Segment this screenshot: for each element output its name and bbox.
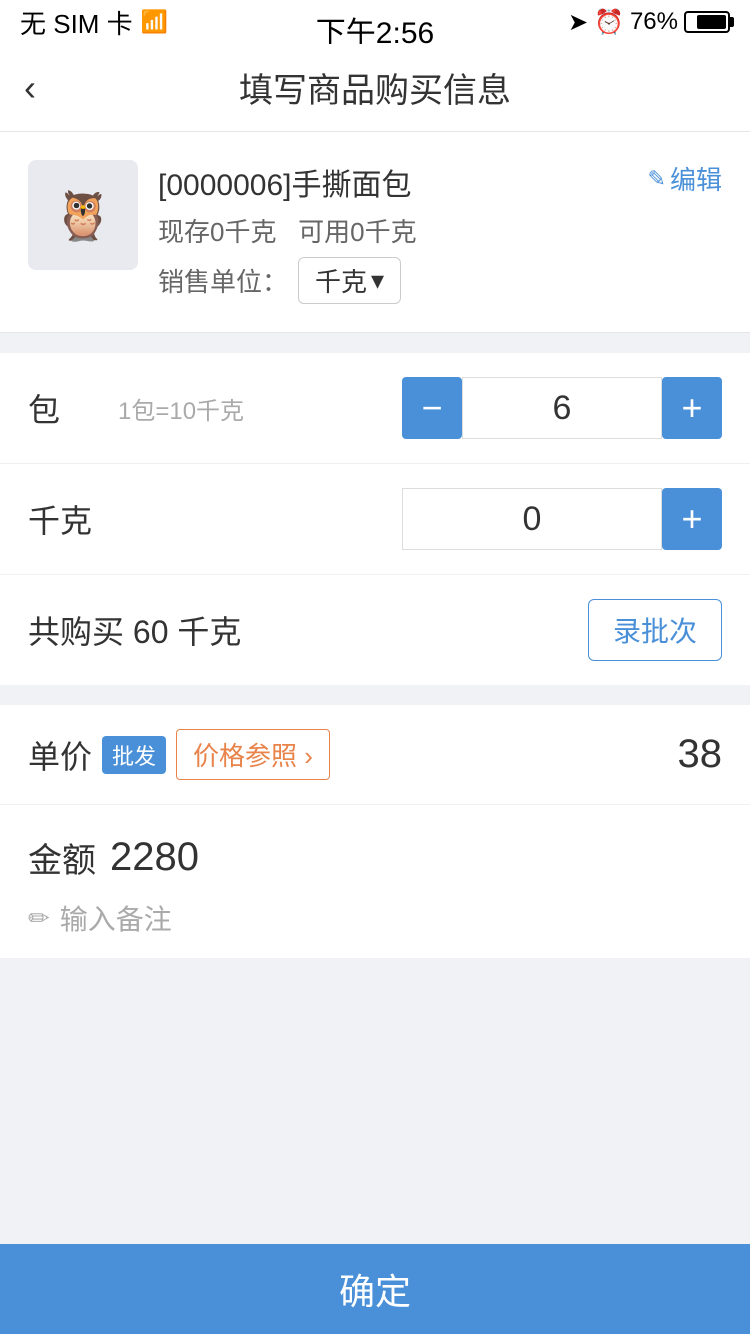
note-row[interactable]: ✏ 输入备注 (28, 898, 722, 938)
amount-section: 金额 2280 ✏ 输入备注 (0, 805, 750, 958)
page-title: 填写商品购买信息 (239, 63, 511, 112)
note-placeholder: 输入备注 (60, 898, 172, 938)
back-button[interactable]: ‹ (24, 67, 36, 109)
bag-sublabel: 1包=10千克 (118, 391, 402, 426)
edit-label: 编辑 (670, 160, 722, 197)
wifi-icon: 📶 (141, 9, 168, 35)
available-value: 可用0千克 (298, 217, 416, 247)
kg-label: 千克 (28, 496, 108, 542)
bag-label: 包 (28, 385, 108, 431)
batch-tag: 批发 (102, 736, 166, 774)
product-name: [0000006]手撕面包 (158, 160, 722, 204)
carrier-text: 无 SIM 卡 (20, 4, 133, 41)
battery-bar (684, 11, 730, 33)
bag-decrement-button[interactable]: − (402, 377, 462, 439)
total-row: 共购买 60 千克 录批次 (0, 575, 750, 685)
kg-controls: + (402, 488, 722, 550)
kg-increment-button[interactable]: + (662, 488, 722, 550)
bag-input-row: 包 1包=10千克 − + (0, 353, 750, 464)
bag-section: 包 1包=10千克 − + 千克 + (0, 353, 750, 575)
bag-decrement-icon: − (421, 387, 442, 429)
location-icon: ➤ (568, 8, 588, 37)
price-label: 单价 (28, 732, 92, 778)
unit-label: 销售单位： (158, 262, 288, 299)
price-value: 38 (678, 732, 723, 777)
nav-bar: ‹ 填写商品购买信息 (0, 44, 750, 132)
product-logo-icon: 🦉 (53, 187, 113, 244)
price-section: 单价 批发 价格参照 › 38 (0, 705, 750, 805)
separator-1 (0, 333, 750, 353)
content: 🦉 [0000006]手撕面包 现存0千克 可用0千克 销售单位： 千克 ▾ (0, 132, 750, 1058)
back-icon: ‹ (24, 67, 36, 108)
pencil-icon: ✏ (28, 903, 50, 934)
amount-row: 金额 2280 (28, 833, 722, 882)
total-text: 共购买 60 千克 (28, 607, 241, 653)
bag-quantity-input[interactable] (462, 377, 662, 439)
unit-select[interactable]: 千克 ▾ (298, 257, 401, 304)
status-bar: 无 SIM 卡 📶 下午2:56 ➤ ⏰ 76% (0, 0, 750, 44)
batch-button[interactable]: 录批次 (588, 599, 722, 661)
kg-quantity-input[interactable] (402, 488, 662, 550)
dropdown-icon: ▾ (371, 265, 384, 296)
edit-icon: ✎ (648, 166, 666, 192)
stock-value: 现存0千克 (158, 217, 276, 247)
unit-value: 千克 (315, 262, 367, 299)
product-card: 🦉 [0000006]手撕面包 现存0千克 可用0千克 销售单位： 千克 ▾ (0, 132, 750, 333)
confirm-label: 确定 (339, 1263, 411, 1315)
amount-label: 金额 (28, 833, 96, 882)
product-stock: 现存0千克 可用0千克 (158, 212, 722, 249)
product-card-wrapper: 🦉 [0000006]手撕面包 现存0千克 可用0千克 销售单位： 千克 ▾ (0, 132, 750, 333)
price-label-row: 单价 批发 价格参照 › (28, 729, 330, 780)
amount-value: 2280 (110, 835, 199, 880)
separator-2 (0, 685, 750, 705)
product-unit-row: 销售单位： 千克 ▾ (158, 257, 722, 304)
status-left: 无 SIM 卡 📶 (20, 4, 168, 41)
product-info: [0000006]手撕面包 现存0千克 可用0千克 销售单位： 千克 ▾ (158, 160, 722, 304)
alarm-icon: ⏰ (594, 8, 624, 37)
kg-input-row: 千克 + (0, 464, 750, 575)
bag-increment-icon: + (681, 387, 702, 429)
bag-controls: − + (402, 377, 722, 439)
battery-fill (697, 15, 726, 29)
status-right: ➤ ⏰ 76% (568, 8, 730, 37)
bag-increment-button[interactable]: + (662, 377, 722, 439)
price-ref-button[interactable]: 价格参照 › (176, 729, 330, 780)
price-ref-label: 价格参照 › (193, 736, 313, 773)
product-thumbnail: 🦉 (28, 160, 138, 270)
kg-increment-icon: + (681, 498, 702, 540)
edit-button[interactable]: ✎ 编辑 (648, 160, 722, 197)
confirm-button[interactable]: 确定 (0, 1244, 750, 1334)
battery-percent: 76% (630, 8, 678, 36)
